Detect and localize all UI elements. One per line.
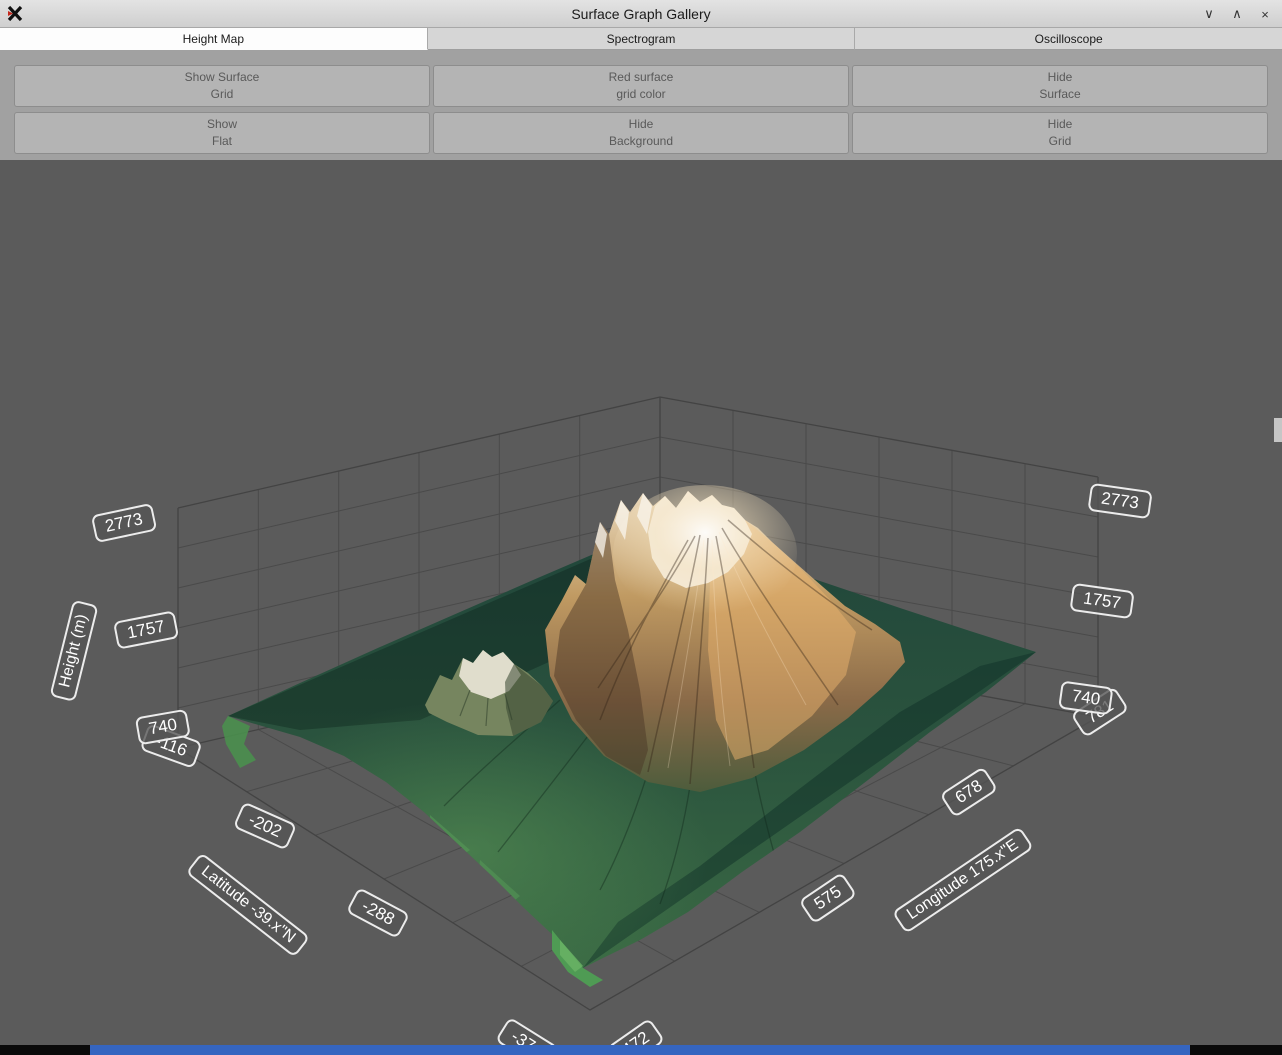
button-label: Flat: [212, 133, 232, 150]
app-window: Surface Graph Gallery ∨ ∧ × Height Map S…: [0, 0, 1282, 1045]
hide-surface-button[interactable]: Hide Surface: [852, 65, 1268, 107]
titlebar: Surface Graph Gallery ∨ ∧ ×: [0, 0, 1282, 28]
button-label: Show Surface: [185, 69, 260, 86]
tab-height-map[interactable]: Height Map: [0, 28, 428, 50]
show-flat-button[interactable]: Show Flat: [14, 112, 430, 154]
tab-bar: Height Map Spectrogram Oscilloscope: [0, 28, 1282, 50]
button-label: Hide: [1048, 116, 1073, 133]
button-label: Hide: [1048, 69, 1073, 86]
desktop-strip: [0, 1045, 1282, 1055]
minimize-button[interactable]: ∨: [1200, 5, 1218, 23]
hide-background-button[interactable]: Hide Background: [433, 112, 849, 154]
button-label: Show: [207, 116, 237, 133]
window-edge-artifact: [1274, 418, 1282, 442]
control-panel: Show Surface Grid Red surface grid color…: [0, 50, 1282, 160]
tab-spectrogram[interactable]: Spectrogram: [428, 28, 856, 50]
button-label: Red surface: [609, 69, 674, 86]
maximize-button[interactable]: ∧: [1228, 5, 1246, 23]
tab-oscilloscope[interactable]: Oscilloscope: [855, 28, 1282, 50]
button-label: Grid: [211, 86, 234, 103]
button-label: grid color: [616, 86, 665, 103]
red-surface-grid-color-button[interactable]: Red surface grid color: [433, 65, 849, 107]
surface-plot[interactable]: -116 -202 -288 -374 Latitude -39.x"N 472…: [0, 160, 1282, 1045]
taskbar[interactable]: [90, 1045, 1190, 1055]
button-label: Background: [609, 133, 673, 150]
window-title: Surface Graph Gallery: [0, 6, 1282, 22]
button-label: Surface: [1039, 86, 1080, 103]
button-label: Grid: [1049, 133, 1072, 150]
hide-grid-button[interactable]: Hide Grid: [852, 112, 1268, 154]
close-button[interactable]: ×: [1256, 5, 1274, 23]
button-label: Hide: [629, 116, 654, 133]
window-controls: ∨ ∧ ×: [1200, 0, 1274, 28]
show-surface-grid-button[interactable]: Show Surface Grid: [14, 65, 430, 107]
